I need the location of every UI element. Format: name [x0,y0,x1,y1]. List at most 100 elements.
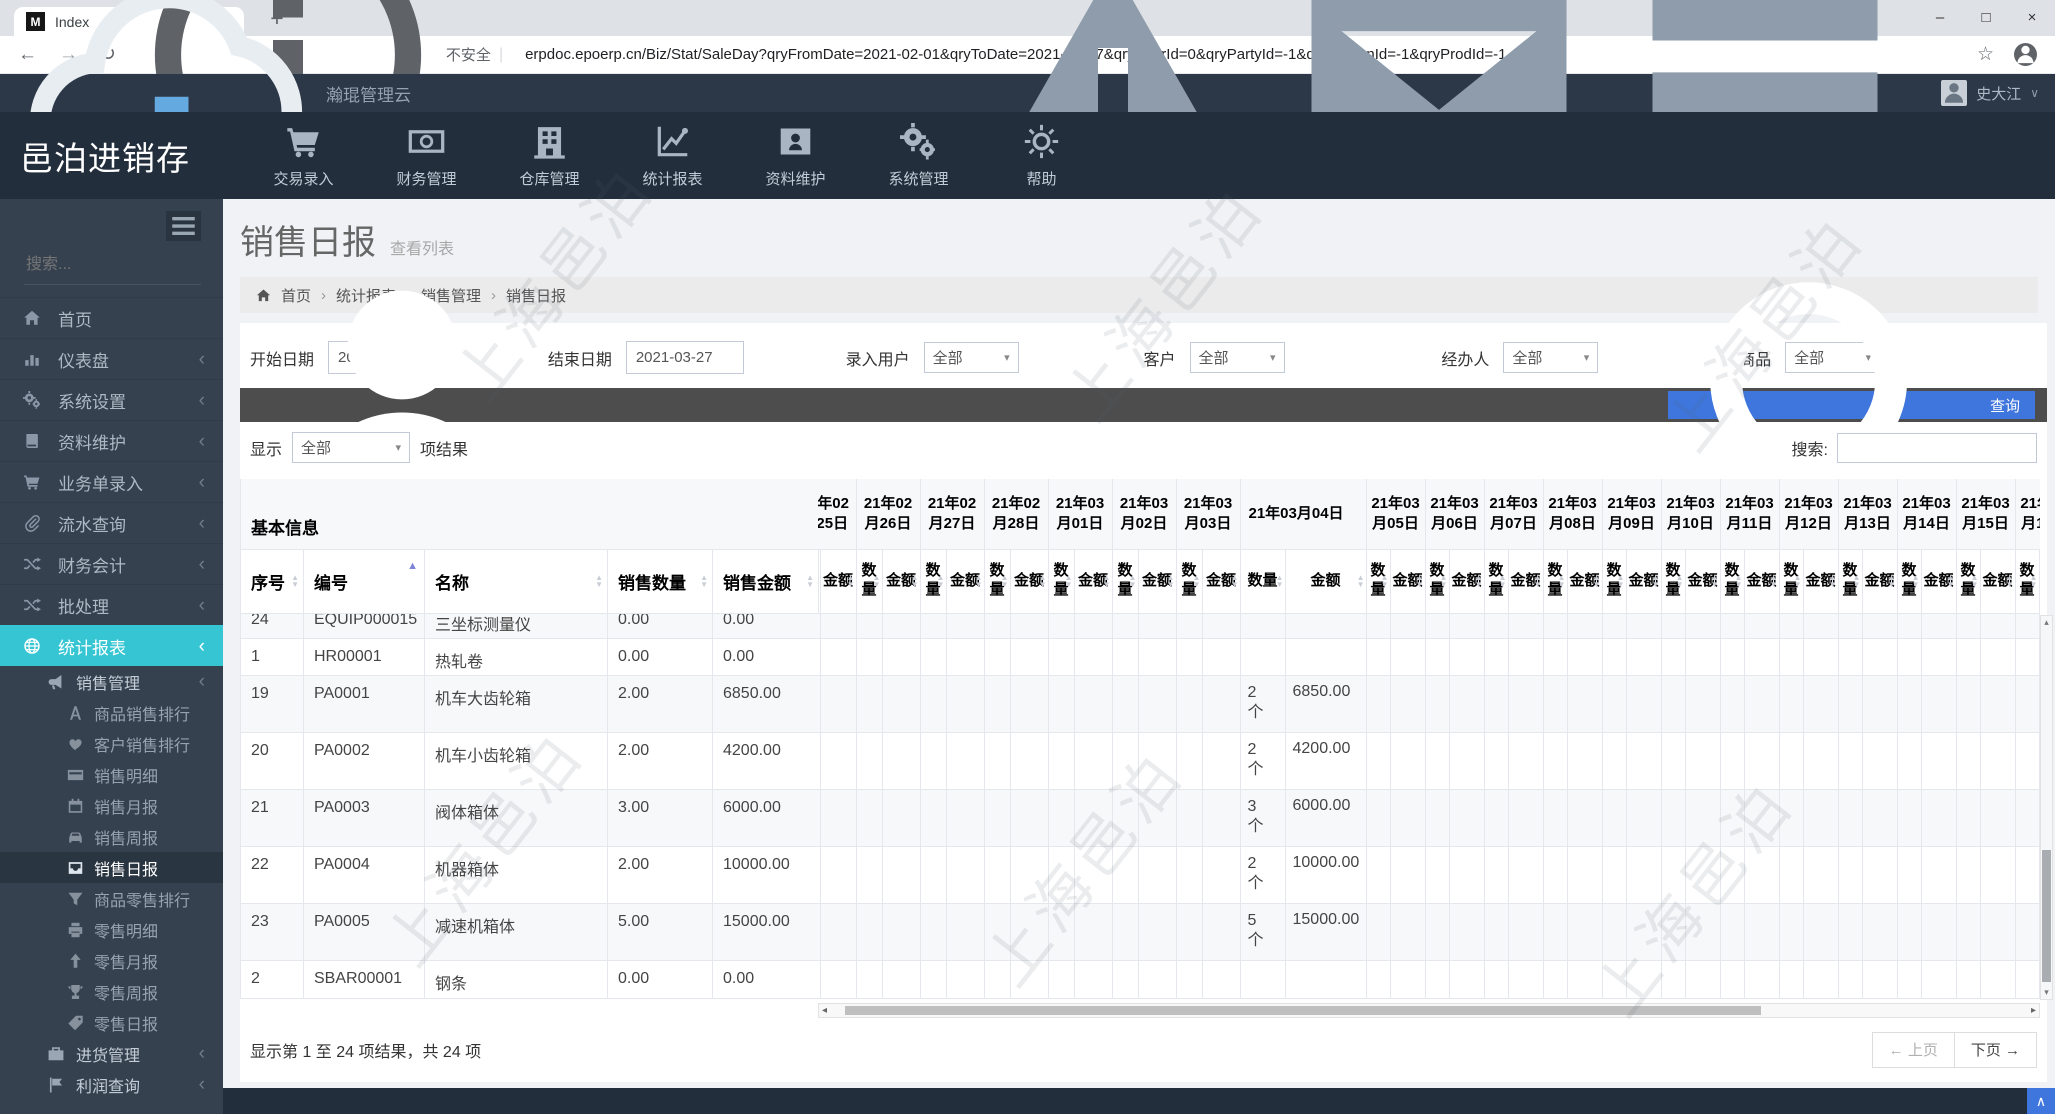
subcol-qty[interactable]: 数量▲▼ [2015,549,2039,613]
subcol-qty[interactable]: 数量▲▼ [1240,549,1285,613]
subcol-amt[interactable]: 金额▲▼ [1626,549,1661,613]
vscroll-up-icon[interactable]: ▴ [2041,617,2052,628]
sidebar-item-销售月报[interactable]: 销售月报 [0,790,223,821]
date-column-header[interactable]: 21年03月09日 [1602,479,1661,549]
sidebar-item-系统设置[interactable]: 系统设置‹ [0,379,223,420]
table-row[interactable]: 3 个6000.00 [818,790,2040,847]
table-row[interactable] [818,961,2040,999]
subcol-amt[interactable]: 金额▲▼ [1803,549,1838,613]
sidebar-item-财务会计[interactable]: 财务会计‹ [0,543,223,584]
sidebar-item-零售明细[interactable]: 零售明细 [0,914,223,945]
date-column-header[interactable]: 21年03月16日 [2015,479,2040,549]
sidebar-item-流水查询[interactable]: 流水查询‹ [0,502,223,543]
sidebar-toggle[interactable] [166,211,201,241]
subcol-amt[interactable]: 金额▲▼ [1980,549,2015,613]
date-column-header[interactable]: 21年03月15日 [1956,479,2015,549]
top-nav-帮助[interactable]: 帮助 [980,112,1103,199]
table-row[interactable]: 23PA0005减速机箱体5.0015000.00 [241,904,819,961]
query-button[interactable]: 查询 [1668,391,2035,419]
date-column-header[interactable]: 21年02月26日 [856,479,920,549]
sidebar-item-零售日报[interactable]: 零售日报 [0,1007,223,1038]
date-column-header[interactable]: 21年02月25日 [818,479,856,549]
date-column-header[interactable]: 21年03月07日 [1484,479,1543,549]
date-column-header[interactable]: 21年02月27日 [920,479,984,549]
column-header-序号[interactable]: 序号▲▼ [241,549,304,613]
subcol-qty[interactable]: 数量▲▼ [1661,549,1685,613]
sidebar-item-零售月报[interactable]: 零售月报 [0,945,223,976]
prev-page-button[interactable]: ← 上页 [1872,1032,1955,1068]
table-row[interactable] [818,614,2040,639]
table-search-input[interactable] [1837,433,2037,463]
sidebar-item-首页[interactable]: 首页 [0,297,223,338]
sidebar-item-统计报表[interactable]: 统计报表‹ [0,625,223,666]
subcol-qty[interactable]: 数量▲▼ [1602,549,1626,613]
sidebar-item-利润查询[interactable]: 利润查询‹ [0,1069,223,1100]
top-nav-资料维护[interactable]: 资料维护 [734,112,857,199]
sidebar-item-客户销售排行[interactable]: 客户销售排行 [0,728,223,759]
sidebar-search-input[interactable] [24,255,235,275]
sidebar-item-仪表盘[interactable]: 仪表盘‹ [0,338,223,379]
date-column-header[interactable]: 21年03月02日 [1112,479,1176,549]
top-nav-系统管理[interactable]: 系统管理 [857,112,980,199]
date-column-header[interactable]: 21年03月11日 [1720,479,1779,549]
subcol-qty[interactable]: 数量▲▼ [1897,549,1921,613]
date-column-header[interactable]: 21年03月14日 [1897,479,1956,549]
table-row[interactable]: 20PA0002机车小齿轮箱2.004200.00 [241,733,819,790]
table-row[interactable]: 22PA0004机器箱体2.0010000.00 [241,847,819,904]
column-header-编号[interactable]: 编号▲ [304,549,425,613]
hscroll-left-icon[interactable]: ◂ [822,1005,827,1016]
subcol-amt[interactable]: 金额▲▼ [1921,549,1956,613]
hscroll-thumb[interactable] [845,1006,1761,1015]
sidebar-item-销售日报[interactable]: 销售日报 [0,852,223,883]
subcol-qty[interactable]: 数量▲▼ [1838,549,1862,613]
subcol-qty[interactable]: 数量▲▼ [920,549,946,613]
date-column-header[interactable]: 21年02月28日 [984,479,1048,549]
subcol-amt[interactable]: 金额▲▼ [882,549,920,613]
subcol-qty[interactable]: 数量▲▼ [1543,549,1567,613]
date-column-header[interactable]: 21年03月06日 [1425,479,1484,549]
subcol-amt[interactable]: 金额▲▼ [2039,549,2040,613]
top-nav-交易录入[interactable]: 交易录入 [242,112,365,199]
date-column-header[interactable]: 21年03月03日 [1176,479,1240,549]
sidebar-item-销售周报[interactable]: 销售周报 [0,821,223,852]
user-menu[interactable]: 史大江 ∨ [1941,80,2039,106]
table-row[interactable] [818,639,2040,676]
sidebar-item-业务单录入[interactable]: 业务单录入‹ [0,461,223,502]
subcol-amt[interactable]: 金额▲▼ [1285,549,1366,613]
date-column-header[interactable]: 21年03月12日 [1779,479,1838,549]
table-row[interactable]: 24EQUIP000015三坐标测量仪0.000.00 [241,614,819,639]
table-row[interactable]: 19PA0001机车大齿轮箱2.006850.00 [241,676,819,733]
subcol-amt[interactable]: 金额▲▼ [820,549,856,613]
subcol-amt[interactable]: 金额▲▼ [1390,549,1425,613]
table-row[interactable]: 2 个4200.00 [818,733,2040,790]
subcol-qty[interactable]: 数量▲▼ [1484,549,1508,613]
subcol-qty[interactable]: 数量▲▼ [1779,549,1803,613]
page-length-select[interactable]: 全部 ▾ [292,432,410,463]
subcol-amt[interactable]: 金额▲▼ [1685,549,1720,613]
date-column-header[interactable]: 21年03月05日 [1366,479,1425,549]
subcol-amt[interactable]: 金额▲▼ [1567,549,1602,613]
subcol-amt[interactable]: 金额▲▼ [1508,549,1543,613]
subcol-amt[interactable]: 金额▲▼ [1202,549,1240,613]
date-column-header[interactable]: 21年03月01日 [1048,479,1112,549]
sidebar-item-资料维护[interactable]: 资料维护‹ [0,420,223,461]
column-header-销售数量[interactable]: 销售数量▲▼ [608,549,713,613]
column-header-名称[interactable]: 名称▲▼ [425,549,608,613]
filter-select-客户[interactable]: 全部▾ [1190,342,1285,373]
table-row[interactable]: 2 个10000.00 [818,847,2040,904]
subcol-qty[interactable]: 数量▲▼ [1112,549,1138,613]
subcol-qty[interactable]: 数量▲▼ [1720,549,1744,613]
next-page-button[interactable]: 下页 → [1954,1032,2037,1068]
table-row[interactable]: 1HR00001热轧卷0.000.00 [241,639,819,676]
subcol-qty[interactable]: 数量▲▼ [1956,549,1980,613]
filter-input-结束日期[interactable] [626,341,744,374]
date-column-header[interactable]: 21年03月10日 [1661,479,1720,549]
sidebar-item-商品销售排行[interactable]: 商品销售排行 [0,697,223,728]
subcol-qty[interactable]: 数量▲▼ [1048,549,1074,613]
subcol-qty[interactable]: 数量▲▼ [1425,549,1449,613]
subcol-amt[interactable]: 金额▲▼ [1138,549,1176,613]
hscroll-right-icon[interactable]: ▸ [2031,1005,2036,1016]
subcol-qty[interactable]: 数量▲▼ [984,549,1010,613]
vscroll-thumb[interactable] [2042,850,2051,982]
subcol-amt[interactable]: 金额▲▼ [1449,549,1484,613]
